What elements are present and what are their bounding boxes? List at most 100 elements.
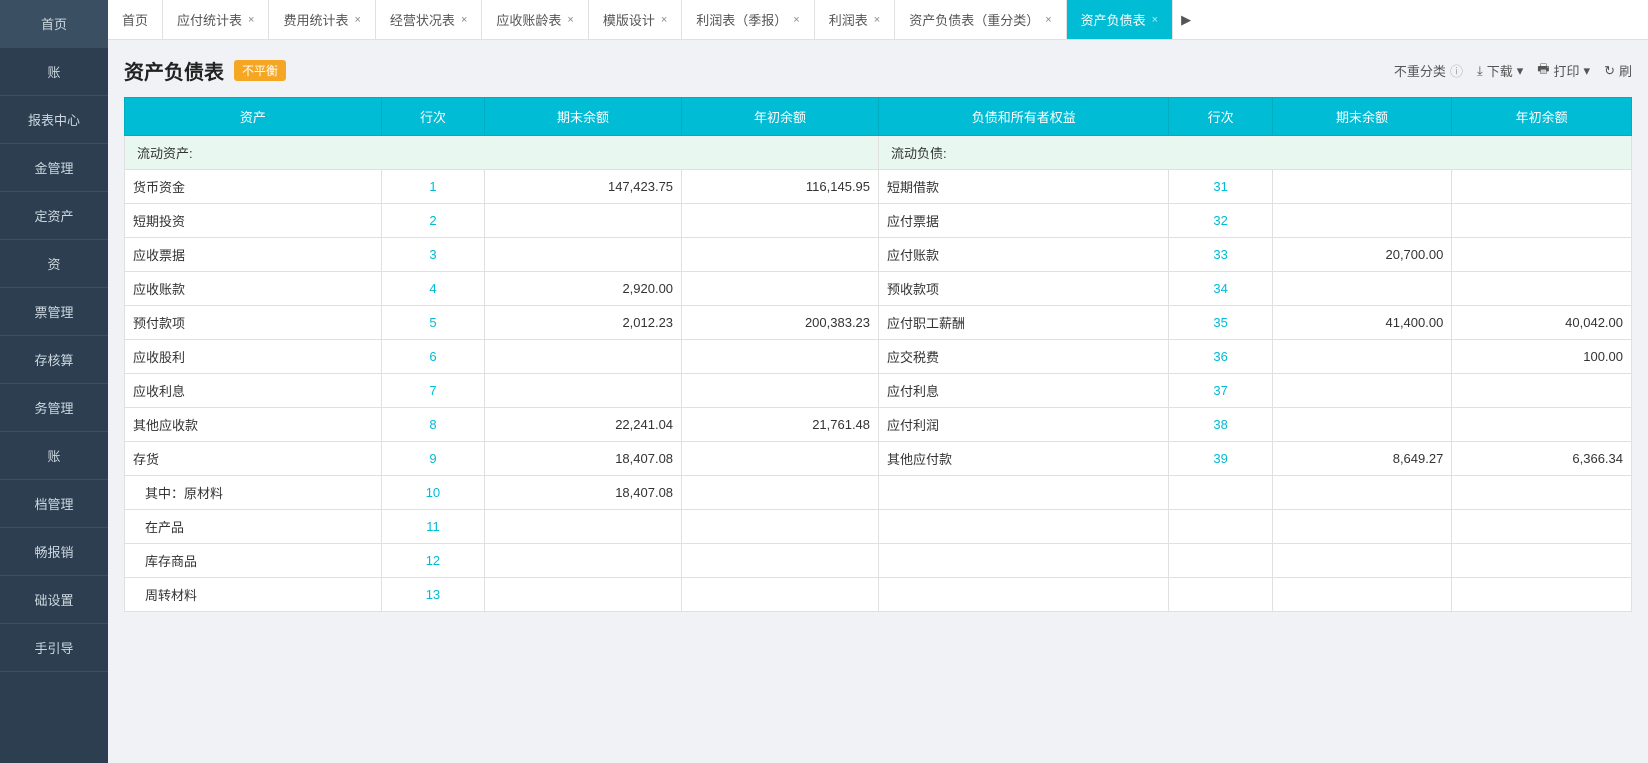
left-row-num: 11 [381,510,484,544]
sidebar-item-inventory[interactable]: 存核算 [0,336,108,384]
left-period [485,204,682,238]
tab-balance-close[interactable]: × [1152,14,1158,26]
right-name: 短期借款 [879,170,1169,204]
right-period: 41,400.00 [1272,306,1452,340]
left-year [682,204,879,238]
refresh-icon: ↻ [1604,63,1615,79]
no-regroup-toggle[interactable]: 不重分类 ⓘ [1394,61,1463,80]
left-row-num: 1 [381,170,484,204]
sidebar-item-account[interactable]: 账 [0,48,108,96]
right-period: 8,649.27 [1272,442,1452,476]
col-row-num2: 行次 [1169,98,1272,136]
sidebar-item-invoice-mgmt[interactable]: 票管理 [0,288,108,336]
tab-template-close[interactable]: × [661,14,667,26]
print-chevron-icon: ▾ [1584,63,1591,79]
tab-profit-q[interactable]: 利润表（季报） × [682,0,814,40]
left-year: 21,761.48 [682,408,879,442]
right-period: 20,700.00 [1272,238,1452,272]
sidebar-item-report-center[interactable]: 报表中心 [0,96,108,144]
right-name: 其他应付款 [879,442,1169,476]
right-period [1272,476,1452,510]
tab-balance-reclassify[interactable]: 资产负债表（重分类） × [895,0,1066,40]
left-row-num: 3 [381,238,484,272]
col-row-num: 行次 [381,98,484,136]
left-year [682,476,879,510]
sidebar-item-ledger[interactable]: 账 [0,432,108,480]
tab-balance-reclassify-close[interactable]: × [1045,14,1051,26]
right-year [1452,476,1632,510]
left-period: 18,407.08 [485,442,682,476]
right-period [1272,272,1452,306]
left-period [485,374,682,408]
tab-balance[interactable]: 资产负债表 × [1067,0,1173,40]
right-name: 应付票据 [879,204,1169,238]
tab-ar-aging-label: 应收账龄表 [496,10,561,29]
sidebar-item-home[interactable]: 首页 [0,0,108,48]
download-button[interactable]: ⤓ 下载 ▾ [1477,61,1523,80]
tab-profit[interactable]: 利润表 × [815,0,895,40]
sidebar-item-fund-mgmt[interactable]: 金管理 [0,144,108,192]
left-name: 应收账款 [125,272,382,306]
right-name [879,476,1169,510]
col-period-end: 期末余额 [485,98,682,136]
right-row-num: 39 [1169,442,1272,476]
tab-profit-q-label: 利润表（季报） [696,10,787,29]
sidebar-item-expense[interactable]: 畅报销 [0,528,108,576]
tab-expense-stat[interactable]: 费用统计表 × [269,0,375,40]
left-period: 18,407.08 [485,476,682,510]
tab-profit-q-close[interactable]: × [793,14,799,26]
right-name: 应交税费 [879,340,1169,374]
left-year [682,272,879,306]
table-row: 存货 9 18,407.08 其他应付款 39 8,649.27 6,366.3… [125,442,1632,476]
tab-bar: 首页 应付统计表 × 费用统计表 × 经营状况表 × 应收账龄表 × 模版设计 … [108,0,1648,40]
tab-biz[interactable]: 经营状况表 × [376,0,482,40]
table-row: 应收股利 6 应交税费 36 100.00 [125,340,1632,374]
help-icon: ⓘ [1450,61,1463,80]
left-period: 2,012.23 [485,306,682,340]
right-period [1272,578,1452,612]
left-row-num: 10 [381,476,484,510]
right-name [879,578,1169,612]
tab-ap-stat[interactable]: 应付统计表 × [163,0,269,40]
tab-home[interactable]: 首页 [108,0,163,40]
sidebar-item-basic-settings[interactable]: 础设置 [0,576,108,624]
left-year [682,510,879,544]
tab-biz-close[interactable]: × [461,14,467,26]
left-year [682,238,879,272]
sidebar-item-guide[interactable]: 手引导 [0,624,108,672]
sidebar-item-doc-mgmt[interactable]: 档管理 [0,480,108,528]
table-row: 货币资金 1 147,423.75 116,145.95 短期借款 31 [125,170,1632,204]
sidebar-item-investment[interactable]: 资 [0,240,108,288]
right-row-num: 33 [1169,238,1272,272]
print-button[interactable]: 🖶 打印 ▾ [1537,60,1590,82]
left-name: 存货 [125,442,382,476]
right-period [1272,170,1452,204]
refresh-button[interactable]: ↻ 刷 [1604,61,1632,80]
tab-ap-stat-close[interactable]: × [248,14,254,26]
tab-template[interactable]: 模版设计 × [589,0,682,40]
tab-ar-aging-close[interactable]: × [567,14,573,26]
left-row-num: 2 [381,204,484,238]
tab-profit-label: 利润表 [829,10,868,29]
left-name: 周转材料 [125,578,382,612]
right-period [1272,510,1452,544]
right-row-num [1169,544,1272,578]
sidebar: 首页 账 报表中心 金管理 定资产 资 票管理 存核算 务管理 账 档管理 畅报… [0,0,108,763]
sidebar-item-task-mgmt[interactable]: 务管理 [0,384,108,432]
left-year [682,340,879,374]
table-row: 在产品 11 [125,510,1632,544]
right-row-num: 37 [1169,374,1272,408]
left-row-num: 9 [381,442,484,476]
right-row-num [1169,578,1272,612]
left-period [485,238,682,272]
table-row: 应收利息 7 应付利息 37 [125,374,1632,408]
tab-profit-close[interactable]: × [874,14,880,26]
sidebar-item-fixed-assets[interactable]: 定资产 [0,192,108,240]
main-area: 首页 应付统计表 × 费用统计表 × 经营状况表 × 应收账龄表 × 模版设计 … [108,0,1648,763]
tab-expense-stat-close[interactable]: × [354,14,360,26]
right-period [1272,408,1452,442]
right-year [1452,204,1632,238]
tab-scroll-right[interactable]: ▶ [1173,0,1199,40]
left-name: 在产品 [125,510,382,544]
tab-ar-aging[interactable]: 应收账龄表 × [482,0,588,40]
